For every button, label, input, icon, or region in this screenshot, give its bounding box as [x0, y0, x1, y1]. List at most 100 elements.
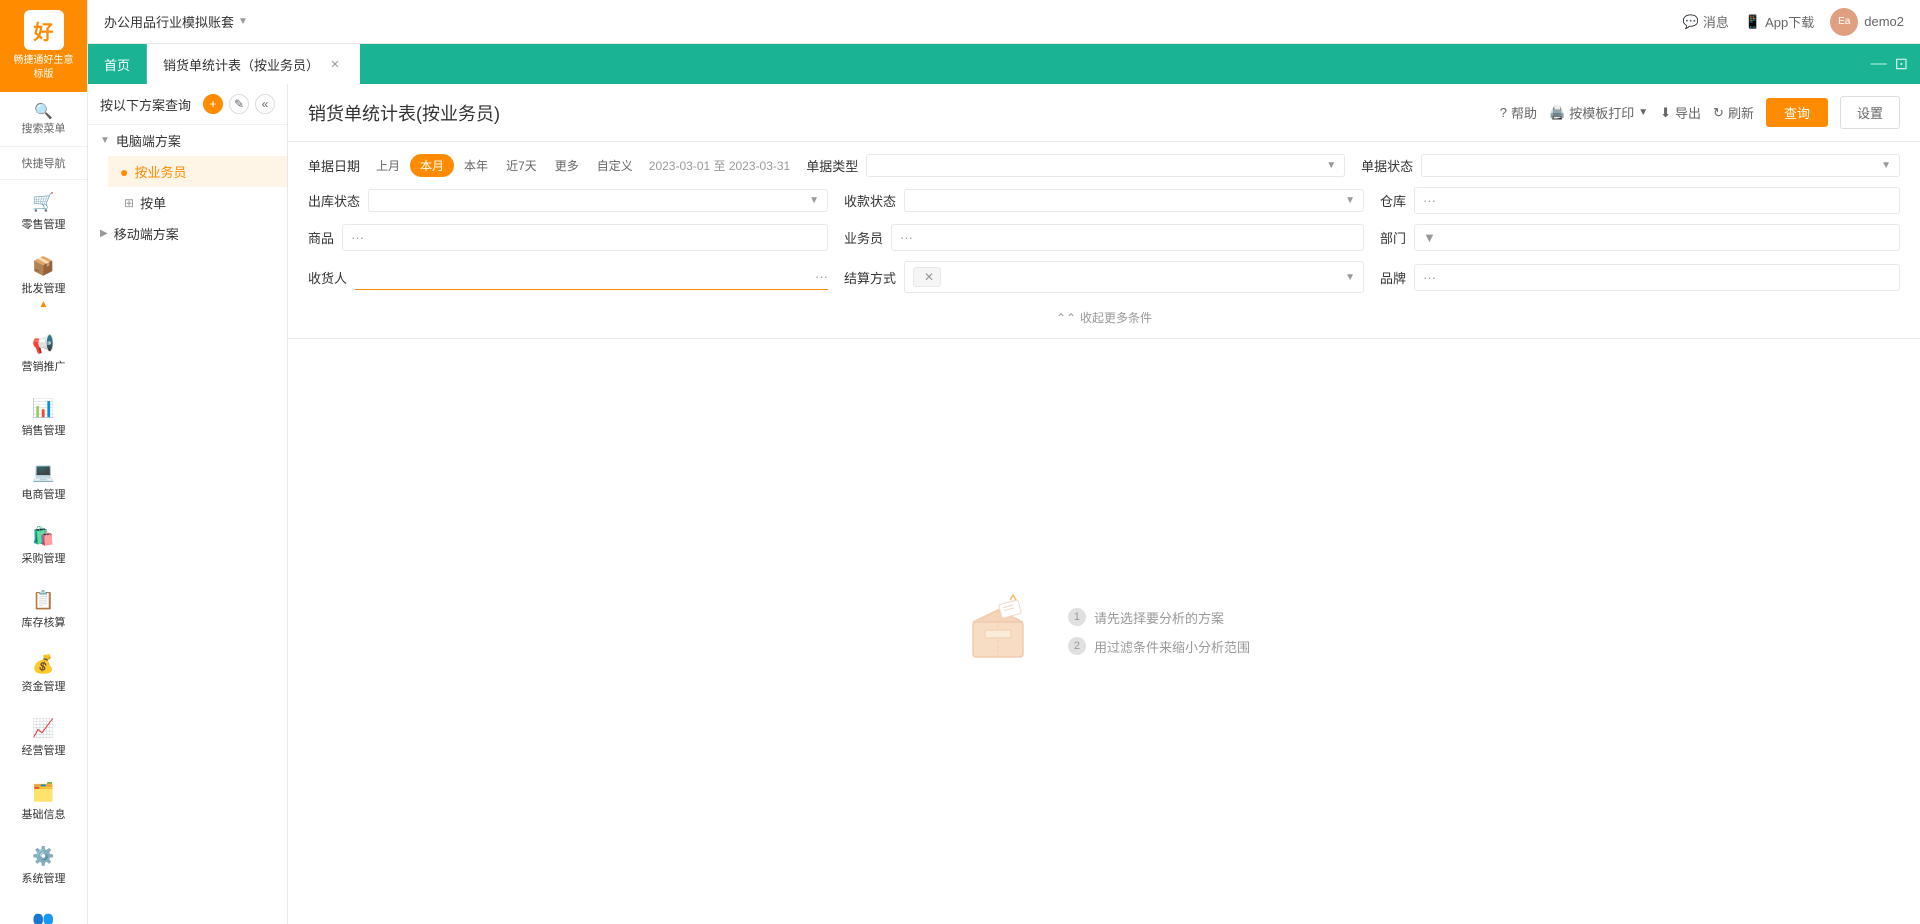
date-filter-group: 单据日期 上月 本月 本年 近7天 更多 自定义 2023-03-01 至 20… — [308, 154, 790, 177]
tab-close-button[interactable]: ✕ — [327, 56, 343, 72]
date-btn-more[interactable]: 更多 — [547, 154, 587, 177]
collab-icon: 👥 — [32, 910, 54, 924]
filter-row-2: 出库状态 ▼ 收款状态 ▼ 仓库 — [308, 187, 1900, 214]
tree-sub-items: ● 按业务员 ⊞ 按单 — [88, 156, 287, 218]
sidebar-item-ecommerce[interactable]: 💻 电商管理 — [0, 450, 87, 514]
collapse-button[interactable]: ⌃⌃ 收起更多条件 — [308, 309, 1900, 326]
tree-item-by-salesman[interactable]: ● 按业务员 — [108, 156, 287, 187]
print-button[interactable]: 🖨️ 按模板打印 ▼ — [1549, 103, 1648, 122]
dept-filter: 部门 ▼ — [1380, 224, 1900, 251]
date-btn-this-month[interactable]: 本月 — [410, 154, 454, 177]
tree-mobile-scheme[interactable]: ▶ 移动端方案 — [88, 218, 287, 249]
edit-scheme-button[interactable]: ✎ — [229, 94, 249, 114]
date-range-display: 2023-03-01 至 2023-03-31 — [649, 157, 790, 174]
tree-pc-scheme[interactable]: ▼ 电脑端方案 — [88, 125, 287, 156]
sidebar-item-operations[interactable]: 📈 经营管理 — [0, 706, 87, 770]
sidebar-item-finance[interactable]: 💰 资金管理 — [0, 642, 87, 706]
tab-home[interactable]: 首页 — [88, 44, 147, 84]
payment-method-label: 结算方式 — [844, 268, 896, 287]
date-btn-custom[interactable]: 自定义 — [589, 154, 641, 177]
tab-bar: 首页 销货单统计表（按业务员） ✕ — ⊡ — [88, 44, 1920, 84]
date-label: 单据日期 — [308, 156, 360, 175]
tip-text-1: 请先选择要分析的方案 — [1094, 608, 1224, 627]
goods-select[interactable]: ··· — [342, 224, 828, 251]
collapse-row: ⌃⌃ 收起更多条件 — [308, 301, 1900, 330]
content-area: 按以下方案查询 + ✎ « ▼ 电脑端方案 ● 按业务员 ⊞ 按单 — [88, 84, 1920, 924]
out-status-filter: 出库状态 ▼ — [308, 189, 828, 212]
sidebar-item-zero-retail[interactable]: 🛒 零售管理 — [0, 180, 87, 244]
user-menu[interactable]: Ea demo2 — [1830, 8, 1904, 36]
sidebar-quick-nav[interactable]: 快捷导航 — [0, 147, 87, 180]
sidebar-item-collab[interactable]: 👥 企业协同 — [0, 898, 87, 924]
messages-button[interactable]: 💬 消息 — [1683, 12, 1729, 31]
warehouse-filter: 仓库 ··· — [1380, 187, 1900, 214]
receipt-status-select[interactable]: ▼ — [904, 189, 1364, 212]
date-btn-7days[interactable]: 近7天 — [498, 154, 545, 177]
sidebar-item-marketing[interactable]: 📢 营销推广 — [0, 322, 87, 386]
collapse-label: 收起更多条件 — [1080, 309, 1152, 326]
sidebar-item-label-ecommerce: 电商管理 — [22, 486, 66, 502]
warehouse-select[interactable]: ··· — [1414, 187, 1900, 214]
left-panel-actions: + ✎ « — [203, 94, 275, 114]
brand-select[interactable]: ··· — [1414, 264, 1900, 291]
inventory-icon: 📋 — [32, 590, 54, 611]
help-icon: ? — [1500, 105, 1507, 120]
zero-retail-icon: 🛒 — [32, 192, 54, 213]
tip-num-2: 2 — [1068, 637, 1086, 655]
query-button[interactable]: 查询 — [1766, 98, 1828, 127]
right-main: 销货单统计表(按业务员) ? 帮助 🖨️ 按模板打印 ▼ ⬇ 导出 — [288, 84, 1920, 924]
help-button[interactable]: ? 帮助 — [1500, 103, 1537, 122]
add-scheme-button[interactable]: + — [203, 94, 223, 114]
salesman-select[interactable]: ··· — [891, 224, 1364, 251]
sidebar-item-label-wholesale: 批发管理 — [22, 280, 66, 296]
maximize-icon[interactable]: ⊡ — [1895, 54, 1908, 74]
payment-tag-close[interactable]: ✕ — [924, 270, 934, 284]
tab-sales-stats[interactable]: 销货单统计表（按业务员） ✕ — [147, 44, 360, 84]
left-panel: 按以下方案查询 + ✎ « ▼ 电脑端方案 ● 按业务员 ⊞ 按单 — [88, 84, 288, 924]
tree-item-by-salesman-label: 按业务员 — [134, 162, 186, 181]
payment-method-select[interactable]: ✕ ▼ — [904, 261, 1364, 293]
order-scheme-icon: ⊞ — [124, 196, 134, 210]
out-status-arrow: ▼ — [809, 195, 819, 206]
consignee-input[interactable]: ··· — [355, 264, 828, 290]
sidebar-item-sales[interactable]: 📊 销售管理 — [0, 386, 87, 450]
minimize-icon[interactable]: — — [1871, 55, 1887, 73]
empty-content: 1 请先选择要分析的方案 2 用过滤条件来缩小分析范围 — [958, 592, 1250, 672]
breadcrumb-area: 办公用品行业模拟账套 ▼ — [104, 12, 248, 31]
doc-status-arrow: ▼ — [1881, 160, 1891, 171]
warehouse-label: 仓库 — [1380, 191, 1406, 210]
sidebar-item-wholesale[interactable]: 📦 批发管理 ▲ — [0, 244, 87, 322]
operations-icon: 📈 — [32, 718, 54, 739]
app-download-button[interactable]: 📱 App下载 — [1745, 12, 1814, 31]
date-btn-this-year[interactable]: 本年 — [456, 154, 496, 177]
doc-status-select[interactable]: ▼ — [1421, 154, 1900, 177]
sidebar-item-label-finance: 资金管理 — [22, 678, 66, 694]
settings-button[interactable]: 设置 — [1840, 96, 1900, 129]
consignee-label: 收货人 — [308, 268, 347, 287]
sidebar-item-system[interactable]: ⚙️ 系统管理 — [0, 834, 87, 898]
refresh-button[interactable]: ↻ 刷新 — [1713, 103, 1754, 122]
goods-dots: ··· — [351, 230, 364, 245]
tree-mobile-scheme-label: 移动端方案 — [114, 224, 179, 243]
collapse-panel-button[interactable]: « — [255, 94, 275, 114]
export-button[interactable]: ⬇ 导出 — [1660, 103, 1701, 122]
dept-select[interactable]: ▼ — [1414, 224, 1900, 251]
tree-item-by-order[interactable]: ⊞ 按单 — [108, 187, 287, 218]
doc-type-label: 单据类型 — [806, 156, 858, 175]
user-name: demo2 — [1864, 14, 1904, 29]
sidebar-item-basic[interactable]: 🗂️ 基础信息 — [0, 770, 87, 834]
doc-type-select[interactable]: ▼ — [866, 154, 1345, 177]
breadcrumb-dropdown[interactable]: 办公用品行业模拟账套 ▼ — [104, 12, 248, 31]
page-header: 销货单统计表(按业务员) ? 帮助 🖨️ 按模板打印 ▼ ⬇ 导出 — [288, 84, 1920, 142]
sidebar-item-purchase[interactable]: 🛍️ 采购管理 — [0, 514, 87, 578]
receipt-status-filter: 收款状态 ▼ — [844, 189, 1364, 212]
sidebar-search-item[interactable]: 🔍 搜索菜单 — [0, 92, 87, 147]
export-label: 导出 — [1675, 103, 1701, 122]
sidebar-item-inventory[interactable]: 📋 库存核算 — [0, 578, 87, 642]
dept-arrow: ▼ — [1423, 230, 1436, 245]
doc-status-label: 单据状态 — [1361, 156, 1413, 175]
sidebar-logo[interactable]: 好 畅捷通好生意 标版 — [0, 0, 87, 92]
out-status-select[interactable]: ▼ — [368, 189, 828, 212]
date-btn-last-month[interactable]: 上月 — [368, 154, 408, 177]
sidebar-item-label-operations: 经营管理 — [22, 742, 66, 758]
